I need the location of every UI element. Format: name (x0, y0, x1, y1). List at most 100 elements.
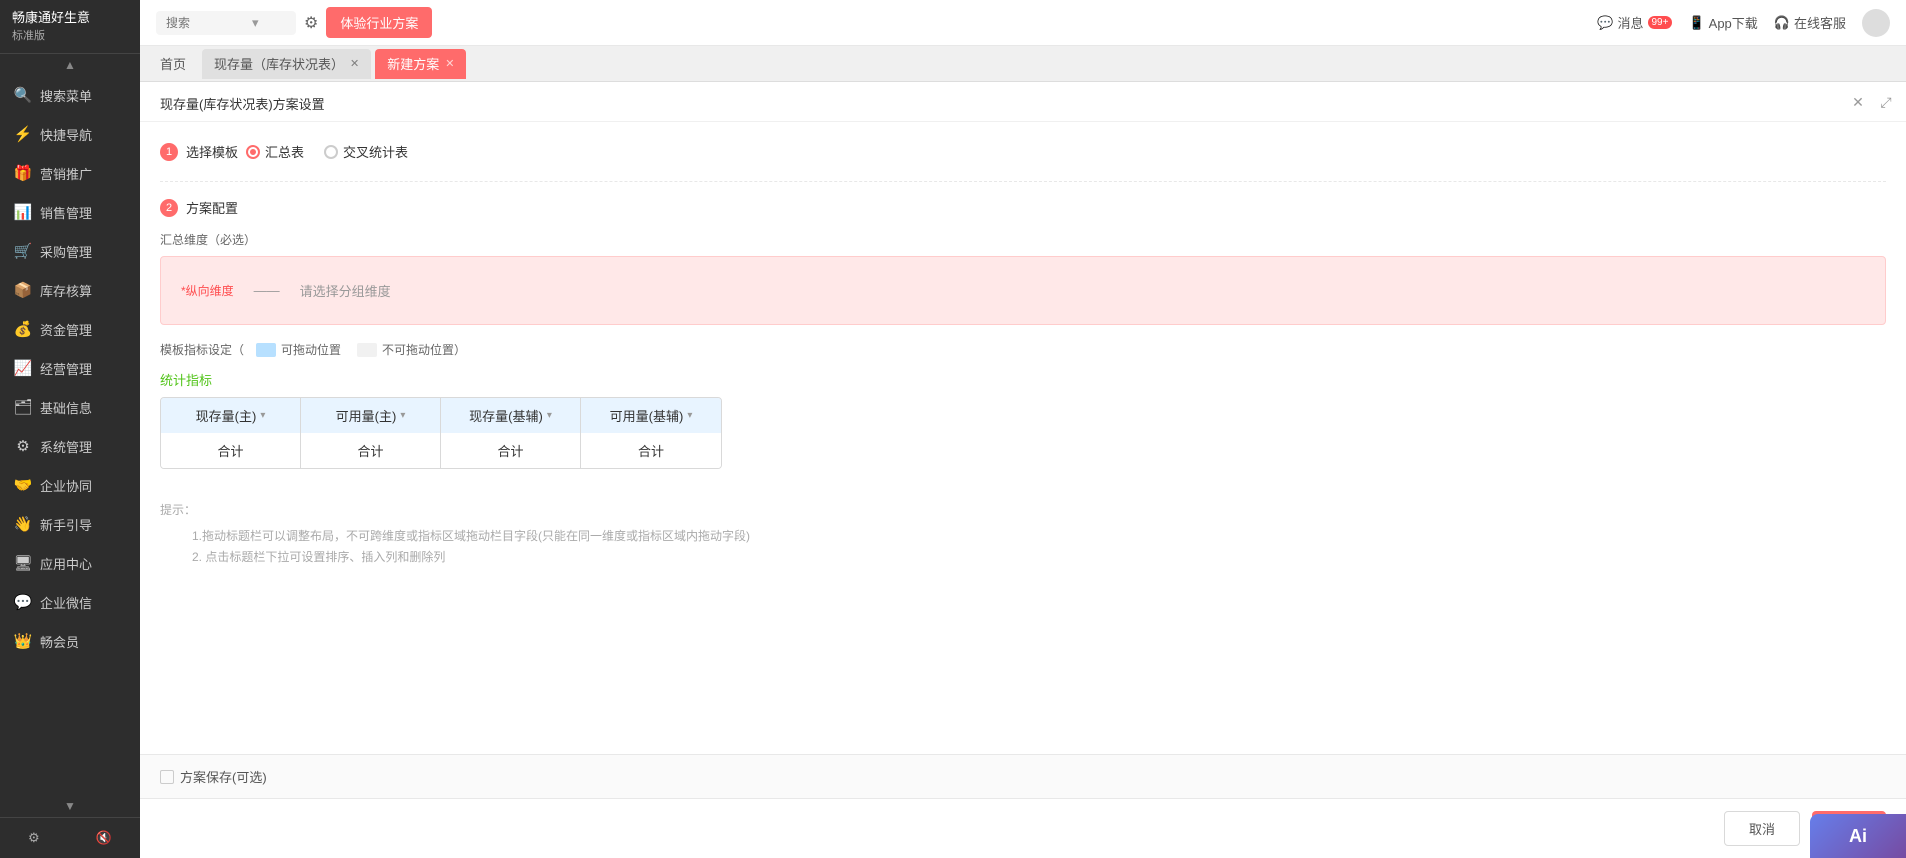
section1-header: 1 选择模板 汇总表 交叉统计表 (160, 142, 1886, 161)
trial-button[interactable]: 体验行业方案 (326, 7, 432, 38)
stats-body-col-2: 合计 (441, 433, 581, 468)
sidebar-bottom: ⚙ 🔇 (0, 817, 140, 858)
sidebar-item-14[interactable]: 👑 畅会员 (0, 622, 140, 661)
page-title: 现存量(库存状况表)方案设置 (160, 97, 325, 112)
tab-inventory-label: 现存量（库存状况表） (214, 54, 344, 73)
radio-summary-label: 汇总表 (265, 142, 304, 161)
sidebar-icon-8: 🗂 (14, 398, 32, 416)
mute-button[interactable]: 🔇 (88, 826, 120, 850)
col-dropdown-icon-0[interactable]: ▾ (260, 410, 265, 421)
sidebar-item-9[interactable]: ⚙ 系统管理 (0, 427, 140, 466)
gear-icon[interactable]: ⚙ (304, 13, 318, 33)
sidebar-item-1[interactable]: ⚡ 快捷导航 (0, 115, 140, 154)
message-button[interactable]: 💬 消息 99+ (1597, 13, 1672, 32)
sidebar-item-5[interactable]: 📦 库存核算 (0, 271, 140, 310)
save-checkbox[interactable] (160, 770, 174, 784)
expand-panel-button[interactable]: ⤢ (1874, 90, 1898, 114)
tab-home[interactable]: 首页 (148, 49, 198, 79)
sidebar-label-6: 资金管理 (40, 320, 92, 339)
sidebar-item-7[interactable]: 📈 经营管理 (0, 349, 140, 388)
stats-header-col-1[interactable]: 可用量(主) ▾ (301, 398, 441, 433)
search-dropdown-icon[interactable]: ▾ (252, 15, 259, 31)
user-avatar[interactable] (1862, 9, 1890, 37)
stats-header-col-0[interactable]: 现存量(主) ▾ (161, 398, 301, 433)
sidebar: 畅康通好生意 标准版 ▲ 🔍 搜索菜单 ⚡ 快捷导航 🎁 营销推广 📊 销售管理… (0, 0, 140, 858)
stats-body-col-1: 合计 (301, 433, 441, 468)
sidebar-item-13[interactable]: 💬 企业微信 (0, 583, 140, 622)
sidebar-icon-7: 📈 (14, 359, 32, 377)
dimension-placeholder: 请选择分组维度 (300, 281, 391, 300)
col-dropdown-icon-2[interactable]: ▾ (547, 410, 552, 421)
save-option[interactable]: 方案保存(可选) (160, 767, 1886, 786)
section2-number: 2 (160, 199, 178, 217)
sidebar-label-3: 销售管理 (40, 203, 92, 222)
ai-float-button[interactable]: Ai (1810, 814, 1906, 858)
radio-cross-circle (324, 145, 338, 159)
online-service-button[interactable]: 🎧 在线客服 (1774, 13, 1846, 32)
draggable-legend-box (256, 343, 276, 357)
col-dropdown-icon-3[interactable]: ▾ (687, 410, 692, 421)
tab-inventory-close[interactable]: ✕ (350, 57, 359, 70)
cancel-button[interactable]: 取消 (1724, 811, 1800, 846)
indicator-legend: 可拖动位置 不可拖动位置） (256, 341, 466, 358)
sidebar-icon-1: ⚡ (14, 125, 32, 143)
stats-header-col-3[interactable]: 可用量(基辅) ▾ (581, 398, 721, 433)
search-area[interactable]: ▾ (156, 11, 296, 35)
col-label-2: 现存量(基辅) (469, 406, 543, 425)
sidebar-label-11: 新手引导 (40, 515, 92, 534)
app-download-button[interactable]: 📱 App下载 (1688, 13, 1757, 32)
tip-label: 提示： (160, 500, 1886, 522)
indicator-label-text: 模板指标设定（ (160, 341, 244, 358)
sidebar-item-11[interactable]: 👋 新手引导 (0, 505, 140, 544)
dimension-box[interactable]: *纵向维度 —— 请选择分组维度 (160, 256, 1886, 325)
sidebar-item-3[interactable]: 📊 销售管理 (0, 193, 140, 232)
col-label-0: 现存量(主) (196, 406, 257, 425)
sidebar-icon-9: ⚙ (14, 437, 32, 455)
indicator-settings: 模板指标设定（ 可拖动位置 不可拖动位置） (160, 341, 1886, 472)
stats-header-col-2[interactable]: 现存量(基辅) ▾ (441, 398, 581, 433)
app-download-label: App下载 (1709, 13, 1758, 32)
sidebar-item-10[interactable]: 🤝 企业协同 (0, 466, 140, 505)
sidebar-label-13: 企业微信 (40, 593, 92, 612)
section-choose-template: 1 选择模板 汇总表 交叉统计表 (160, 142, 1886, 161)
dimension-label: 汇总维度（必选） (160, 231, 1886, 248)
sidebar-label-5: 库存核算 (40, 281, 92, 300)
tab-home-label: 首页 (160, 54, 186, 73)
sidebar-item-6[interactable]: 💰 资金管理 (0, 310, 140, 349)
sidebar-label-12: 应用中心 (40, 554, 92, 573)
sidebar-icon-6: 💰 (14, 320, 32, 338)
col-label-3: 可用量(基辅) (610, 406, 684, 425)
sidebar-label-0: 搜索菜单 (40, 86, 92, 105)
close-panel-button[interactable]: ✕ (1846, 90, 1870, 114)
radio-cross[interactable]: 交叉统计表 (324, 142, 408, 161)
sidebar-scroll-down[interactable]: ▼ (0, 795, 140, 817)
legend-non-draggable: 不可拖动位置） (357, 341, 466, 358)
radio-cross-label: 交叉统计表 (343, 142, 408, 161)
search-input[interactable] (166, 16, 246, 30)
sidebar-label-8: 基础信息 (40, 398, 92, 417)
tab-new-plan[interactable]: 新建方案 ✕ (375, 49, 466, 79)
sidebar-item-8[interactable]: 🗂 基础信息 (0, 388, 140, 427)
dimension-divider: —— (254, 283, 280, 298)
sidebar-item-2[interactable]: 🎁 营销推广 (0, 154, 140, 193)
settings-button[interactable]: ⚙ (20, 826, 48, 850)
tabbar: 首页 现存量（库存状况表） ✕ 新建方案 ✕ (140, 46, 1906, 82)
sidebar-item-12[interactable]: 🖥 应用中心 (0, 544, 140, 583)
tab-inventory[interactable]: 现存量（库存状况表） ✕ (202, 49, 371, 79)
stats-body-col-3: 合计 (581, 433, 721, 468)
col-dropdown-icon-1[interactable]: ▾ (400, 410, 405, 421)
sidebar-item-0[interactable]: 🔍 搜索菜单 (0, 76, 140, 115)
tab-new-plan-close[interactable]: ✕ (445, 57, 454, 70)
download-icon: 📱 (1688, 15, 1704, 31)
footer-save: 方案保存(可选) (140, 754, 1906, 798)
radio-summary[interactable]: 汇总表 (246, 142, 304, 161)
sidebar-icon-13: 💬 (14, 593, 32, 611)
online-service-label: 在线客服 (1794, 13, 1846, 32)
tip-1: 1.拖动标题栏可以调整布局，不可跨维度或指标区域拖动栏目字段(只能在同一维度或指… (160, 526, 1886, 548)
non-draggable-label: 不可拖动位置） (382, 341, 466, 358)
main-area: ▾ ⚙ 体验行业方案 💬 消息 99+ 📱 App下载 🎧 在线客服 首页 (140, 0, 1906, 858)
sidebar-item-4[interactable]: 🛒 采购管理 (0, 232, 140, 271)
sidebar-icon-2: 🎁 (14, 164, 32, 182)
radio-summary-circle (246, 145, 260, 159)
sidebar-scroll-up[interactable]: ▲ (0, 54, 140, 76)
